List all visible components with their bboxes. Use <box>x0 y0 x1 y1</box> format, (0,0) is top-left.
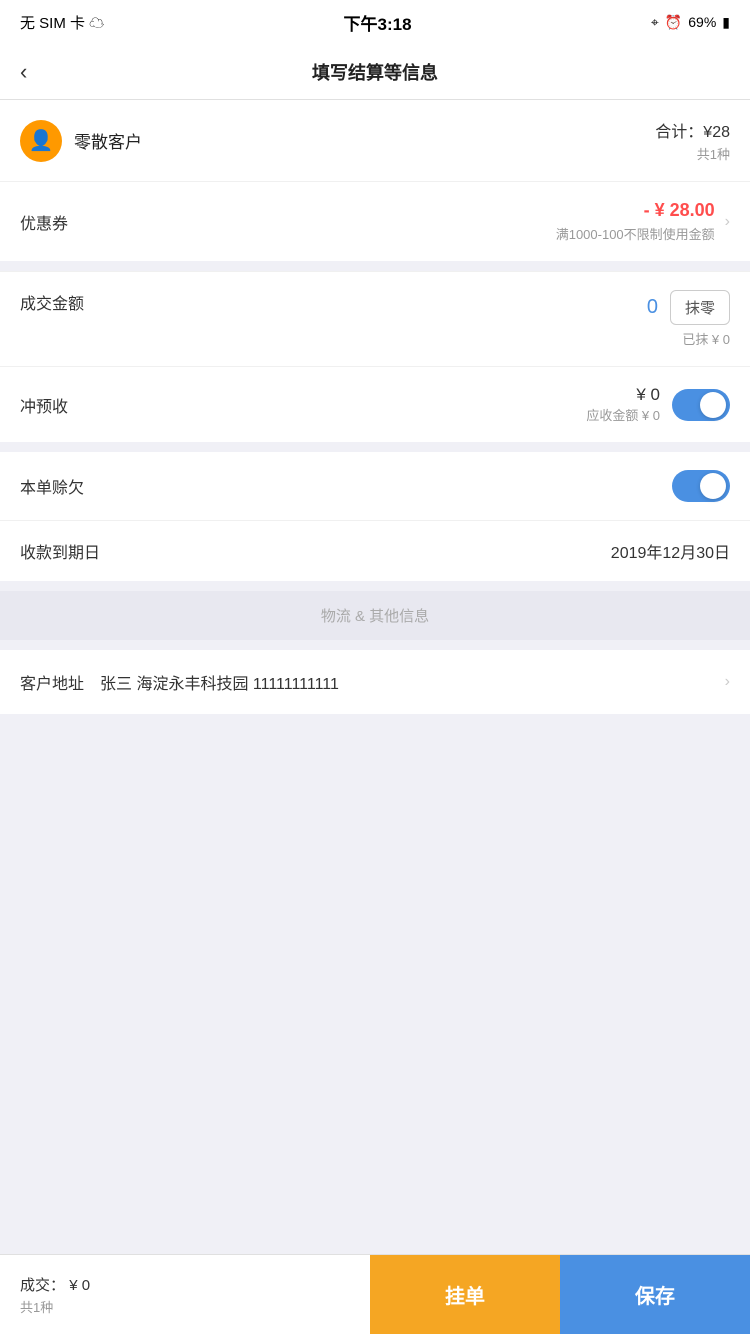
customer-avatar: 👤 <box>20 120 62 162</box>
customer-card: 👤 零散客户 合计：¥28 共1种 优惠券 - ¥ 28.00 满1000-10… <box>0 100 750 261</box>
amount-card: 成交金额 0 抹零 已抹 ¥ 0 冲预收 ¥ 0 应收金额 ¥ 0 <box>0 271 750 442</box>
status-left: 无 SIM 卡 ☁ <box>20 12 104 33</box>
deal-amount-row: 成交金额 0 抹零 已抹 ¥ 0 <box>0 271 750 366</box>
due-date-row: 收款到期日 2019年12月30日 <box>0 520 750 581</box>
due-date-value: 2019年12月30日 <box>611 539 730 563</box>
coupon-discount: - ¥ 28.00 <box>644 200 715 221</box>
nav-bar: ‹ 填写结算等信息 <box>0 44 750 100</box>
coupon-chevron-icon: › <box>725 213 730 231</box>
status-bar: 无 SIM 卡 ☁ 下午3:18 ⌖ ⏰ 69% ▮ <box>0 0 750 44</box>
prepayment-sub: 应收金额 ¥ 0 <box>586 405 660 424</box>
toggle-knob <box>700 392 726 418</box>
prepayment-row: 冲预收 ¥ 0 应收金额 ¥ 0 <box>0 366 750 442</box>
prepayment-value-stack: ¥ 0 应收金额 ¥ 0 <box>586 385 660 424</box>
battery-icon: ▮ <box>722 14 730 31</box>
address-label: 客户地址 <box>20 670 84 694</box>
customer-row: 👤 零散客户 合计：¥28 共1种 <box>0 100 750 181</box>
status-right: ⌖ ⏰ 69% ▮ <box>651 14 730 31</box>
prepayment-right: ¥ 0 应收金额 ¥ 0 <box>586 385 730 424</box>
customer-right: 合计：¥28 共1种 <box>655 118 730 163</box>
address-chevron-icon: › <box>725 673 730 691</box>
credit-label: 本单赊欠 <box>20 474 84 498</box>
logistics-divider: 物流 & 其他信息 <box>0 591 750 640</box>
due-date-label: 收款到期日 <box>20 539 100 563</box>
deal-amount-sub: 已抹 ¥ 0 <box>682 329 730 348</box>
bottom-deal-value: ¥ 0 <box>69 1277 90 1294</box>
sim-status: 无 SIM 卡 ☁ <box>20 12 104 33</box>
coupon-value-stack: - ¥ 28.00 满1000-100不限制使用金额 <box>556 200 715 243</box>
save-button[interactable]: 保存 <box>560 1255 750 1334</box>
credit-toggle[interactable] <box>672 470 730 502</box>
address-card: 客户地址 张三 海淀永丰科技园 11111111111 › <box>0 650 750 714</box>
bottom-item-count: 共1种 <box>20 1297 350 1316</box>
back-button[interactable]: ‹ <box>20 59 27 85</box>
bottom-bar: 成交： ¥ 0 共1种 挂单 保存 <box>0 1254 750 1334</box>
credit-card: 本单赊欠 收款到期日 2019年12月30日 <box>0 452 750 581</box>
status-time: 下午3:18 <box>344 10 412 35</box>
bottom-info: 成交： ¥ 0 共1种 <box>0 1274 370 1316</box>
address-value: 张三 海淀永丰科技园 11111111111 <box>100 670 709 694</box>
customer-name: 零散客户 <box>74 128 142 153</box>
round-button[interactable]: 抹零 <box>670 290 730 325</box>
content-area: 👤 零散客户 合计：¥28 共1种 优惠券 - ¥ 28.00 满1000-10… <box>0 100 750 714</box>
total-amount: 合计：¥28 <box>655 118 730 142</box>
bottom-deal-label: 成交： <box>20 1277 65 1294</box>
customer-left: 👤 零散客户 <box>20 120 142 162</box>
coupon-note: 满1000-100不限制使用金额 <box>556 224 715 243</box>
total-count: 共1种 <box>655 144 730 163</box>
deal-amount-label: 成交金额 <box>20 290 84 314</box>
coupon-row[interactable]: 优惠券 - ¥ 28.00 满1000-100不限制使用金额 › <box>0 181 750 261</box>
deal-amount-right: 0 抹零 已抹 ¥ 0 <box>647 290 730 348</box>
credit-toggle-knob <box>700 473 726 499</box>
location-icon: ⌖ <box>651 14 659 31</box>
alarm-icon: ⏰ <box>665 14 682 31</box>
deal-amount-value[interactable]: 0 <box>647 296 658 319</box>
coupon-right: - ¥ 28.00 满1000-100不限制使用金额 › <box>556 200 730 243</box>
bottom-deal-amount: 成交： ¥ 0 <box>20 1274 350 1295</box>
hang-order-button[interactable]: 挂单 <box>370 1255 560 1334</box>
coupon-label: 优惠券 <box>20 210 68 234</box>
battery-level: 69% <box>688 14 716 30</box>
prepayment-toggle[interactable] <box>672 389 730 421</box>
prepayment-amount: ¥ 0 <box>636 385 660 405</box>
page-title: 填写结算等信息 <box>312 59 438 85</box>
address-row[interactable]: 客户地址 张三 海淀永丰科技园 11111111111 › <box>0 650 750 714</box>
logistics-label: 物流 & 其他信息 <box>321 608 429 625</box>
person-icon: 👤 <box>29 128 54 153</box>
credit-row: 本单赊欠 <box>0 452 750 520</box>
prepayment-label: 冲预收 <box>20 393 68 417</box>
